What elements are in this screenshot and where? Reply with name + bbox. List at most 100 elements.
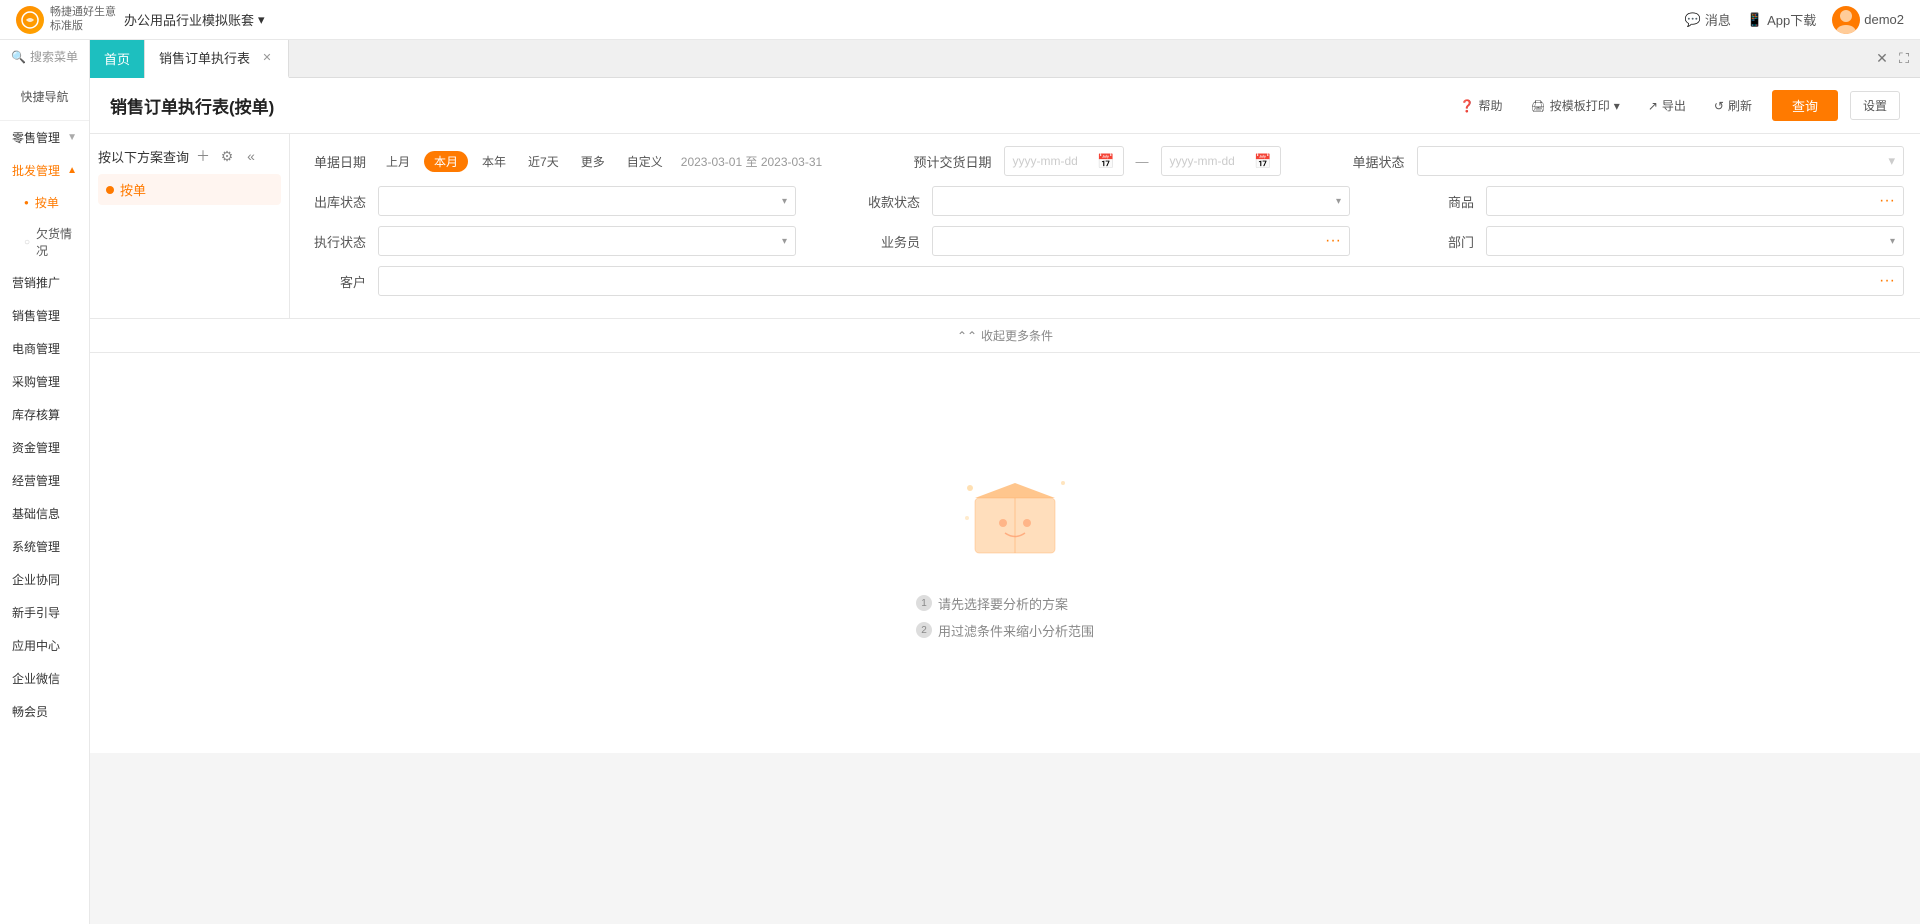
payment-status-select[interactable]: ▾ bbox=[932, 186, 1350, 216]
date-tag-last-month[interactable]: 上月 bbox=[378, 151, 418, 172]
empty-state: 1 请先选择要分析的方案 2 用过滤条件来缩小分析范围 bbox=[90, 353, 1920, 753]
date-tag-this-month[interactable]: 本月 bbox=[424, 151, 468, 172]
page-header-actions: ❓ 帮助 🖨 按模板打印 ▾ ↗ 导出 ↺ 刷新 bbox=[1452, 90, 1900, 121]
sidebar-item-enterprise-wechat[interactable]: 企业微信 bbox=[0, 662, 89, 695]
content-area: 首页 销售订单执行表 ✕ ✕ ⛶ 销售订单执行表(按单) ❓ 帮助 bbox=[90, 40, 1920, 924]
sidebar-sub-owe-goods[interactable]: ○ 欠货情况 bbox=[0, 218, 89, 266]
sidebar-item-system[interactable]: 系统管理 bbox=[0, 530, 89, 563]
sidebar-item-marketing[interactable]: 营销推广 bbox=[0, 266, 89, 299]
date-tag-last-7-days[interactable]: 近7天 bbox=[520, 151, 567, 172]
filter-panel: 按以下方案查询 ＋ ⚙ « 按单 单据日期 bbox=[90, 134, 1920, 319]
goods-label: 商品 bbox=[1414, 192, 1474, 211]
sidebar-sub-press-order[interactable]: ● 按单 bbox=[0, 187, 89, 218]
department-select[interactable]: ▾ bbox=[1486, 226, 1904, 256]
customer-label: 客户 bbox=[306, 272, 366, 291]
sidebar-item-operation[interactable]: 经营管理 bbox=[0, 464, 89, 497]
collapse-icon: ⌃⌃ bbox=[957, 329, 977, 343]
export-button[interactable]: ↗ 导出 bbox=[1640, 93, 1694, 118]
collapse-scheme-icon[interactable]: « bbox=[241, 146, 261, 166]
refresh-button[interactable]: ↺ 刷新 bbox=[1706, 93, 1760, 118]
user-profile[interactable]: demo2 bbox=[1832, 6, 1904, 34]
settings-button[interactable]: 设置 bbox=[1850, 91, 1900, 120]
print-button[interactable]: 🖨 按模板打印 ▾ bbox=[1523, 93, 1628, 118]
window-controls: ✕ ⛶ bbox=[1874, 51, 1920, 67]
search-icon: 🔍 bbox=[11, 50, 26, 64]
top-header: 畅捷通好生意 标准版 办公用品行业模拟账套 ▾ 💬 消息 📱 App下载 dem… bbox=[0, 0, 1920, 40]
sidebar-item-ecommerce[interactable]: 电商管理 bbox=[0, 332, 89, 365]
avatar bbox=[1832, 6, 1860, 34]
add-scheme-button[interactable]: ＋ bbox=[193, 146, 213, 166]
execution-dropdown-icon: ▾ bbox=[782, 236, 787, 247]
tab-close-icon[interactable]: ✕ bbox=[260, 51, 274, 65]
page-content: 销售订单执行表(按单) ❓ 帮助 🖨 按模板打印 ▾ ↗ 导出 bbox=[90, 78, 1920, 924]
status-dropdown-icon: ▾ bbox=[1888, 153, 1895, 169]
tab-sales-execution[interactable]: 销售订单执行表 ✕ bbox=[145, 40, 289, 78]
customer-more-icon[interactable]: ··· bbox=[1879, 272, 1895, 290]
department-label: 部门 bbox=[1414, 232, 1474, 251]
date-label: 单据日期 bbox=[306, 152, 366, 171]
query-button[interactable]: 查询 bbox=[1772, 90, 1838, 121]
salesperson-more-icon[interactable]: ··· bbox=[1325, 232, 1341, 250]
collapse-bar[interactable]: ⌃⌃ 收起更多条件 bbox=[90, 319, 1920, 353]
goods-more-icon[interactable]: ··· bbox=[1879, 192, 1895, 210]
sidebar-search[interactable]: 🔍 搜索菜单 bbox=[0, 40, 89, 73]
goods-select[interactable]: ··· bbox=[1486, 186, 1904, 216]
export-icon: ↗ bbox=[1648, 99, 1658, 113]
sidebar-item-wholesale[interactable]: 批发管理 ▲ bbox=[0, 154, 89, 187]
sidebar-item-retail[interactable]: 零售管理 ▼ bbox=[0, 121, 89, 154]
print-icon: 🖨 bbox=[1531, 99, 1546, 113]
filter-fields: 单据日期 上月 本月 本年 近7天 更多 自定义 2023-03-01 至 20… bbox=[290, 134, 1920, 318]
salesperson-select[interactable]: ··· bbox=[932, 226, 1350, 256]
sidebar-item-sales-mgmt[interactable]: 销售管理 bbox=[0, 299, 89, 332]
app-download-button[interactable]: 📱 App下载 bbox=[1747, 10, 1816, 29]
calendar-end-icon: 📅 bbox=[1254, 153, 1271, 170]
filter-scheme-panel: 按以下方案查询 ＋ ⚙ « 按单 bbox=[90, 134, 290, 318]
date-tag-custom[interactable]: 自定义 bbox=[619, 151, 671, 172]
sidebar-item-inventory[interactable]: 库存核算 bbox=[0, 398, 89, 431]
filter-row-4: 客户 ··· bbox=[306, 266, 1904, 296]
maximize-window-icon[interactable]: ⛶ bbox=[1896, 51, 1912, 67]
empty-illustration bbox=[955, 458, 1055, 558]
payment-dropdown-icon: ▾ bbox=[1336, 196, 1341, 207]
message-button[interactable]: 💬 消息 bbox=[1685, 10, 1731, 29]
scheme-item-press-order[interactable]: 按单 bbox=[98, 174, 281, 205]
sidebar-item-finance[interactable]: 资金管理 bbox=[0, 431, 89, 464]
execution-status-label: 执行状态 bbox=[306, 232, 366, 251]
sidebar-item-newbie[interactable]: 新手引导 bbox=[0, 596, 89, 629]
help-button[interactable]: ❓ 帮助 bbox=[1452, 93, 1511, 118]
hint-number-1: 1 bbox=[916, 595, 932, 611]
sidebar: 🔍 搜索菜单 快捷导航 零售管理 ▼ 批发管理 ▲ ● 按单 ○ 欠货情况 营销… bbox=[0, 40, 90, 924]
tab-bar: 首页 销售订单执行表 ✕ ✕ ⛶ bbox=[90, 40, 1920, 78]
logo-area: 畅捷通好生意 标准版 bbox=[16, 6, 116, 34]
close-window-icon[interactable]: ✕ bbox=[1874, 51, 1890, 67]
order-status-label: 单据状态 bbox=[1345, 152, 1405, 171]
expected-delivery-end[interactable]: yyyy-mm-dd 📅 bbox=[1161, 146, 1281, 176]
sidebar-shortcut[interactable]: 快捷导航 bbox=[0, 73, 89, 121]
app-selector[interactable]: 办公用品行业模拟账套 ▾ bbox=[124, 10, 265, 29]
out-warehouse-select[interactable]: ▾ bbox=[378, 186, 796, 216]
sidebar-item-app-center[interactable]: 应用中心 bbox=[0, 629, 89, 662]
message-icon: 💬 bbox=[1685, 12, 1701, 28]
execution-status-select[interactable]: ▾ bbox=[378, 226, 796, 256]
date-tag-more[interactable]: 更多 bbox=[573, 151, 613, 172]
empty-hint-1: 1 请先选择要分析的方案 bbox=[916, 594, 1094, 613]
sidebar-item-basic-info[interactable]: 基础信息 bbox=[0, 497, 89, 530]
sidebar-item-enterprise[interactable]: 企业协同 bbox=[0, 563, 89, 596]
empty-hint-2: 2 用过滤条件来缩小分析范围 bbox=[916, 621, 1094, 640]
filter-row-1: 单据日期 上月 本月 本年 近7天 更多 自定义 2023-03-01 至 20… bbox=[306, 146, 1904, 176]
order-status-select[interactable]: ▾ bbox=[1417, 146, 1905, 176]
header-left: 畅捷通好生意 标准版 办公用品行业模拟账套 ▾ bbox=[16, 6, 265, 34]
salesperson-label: 业务员 bbox=[860, 232, 920, 251]
expected-delivery-start[interactable]: yyyy-mm-dd 📅 bbox=[1004, 146, 1124, 176]
date-options-group: 上月 本月 本年 近7天 更多 自定义 2023-03-01 至 2023-03… bbox=[378, 151, 848, 172]
sidebar-item-member[interactable]: 畅会员 bbox=[0, 695, 89, 728]
payment-status-label: 收款状态 bbox=[860, 192, 920, 211]
page-header: 销售订单执行表(按单) ❓ 帮助 🖨 按模板打印 ▾ ↗ 导出 bbox=[90, 78, 1920, 134]
sidebar-item-purchase[interactable]: 采购管理 bbox=[0, 365, 89, 398]
chevron-right-icon: ▼ bbox=[67, 132, 77, 143]
date-tag-this-year[interactable]: 本年 bbox=[474, 151, 514, 172]
customer-select[interactable]: ··· bbox=[378, 266, 1904, 296]
filter-row-2: 出库状态 ▾ 收款状态 ▾ 商品 bbox=[306, 186, 1904, 216]
settings-scheme-icon[interactable]: ⚙ bbox=[217, 146, 237, 166]
tab-home[interactable]: 首页 bbox=[90, 40, 145, 78]
